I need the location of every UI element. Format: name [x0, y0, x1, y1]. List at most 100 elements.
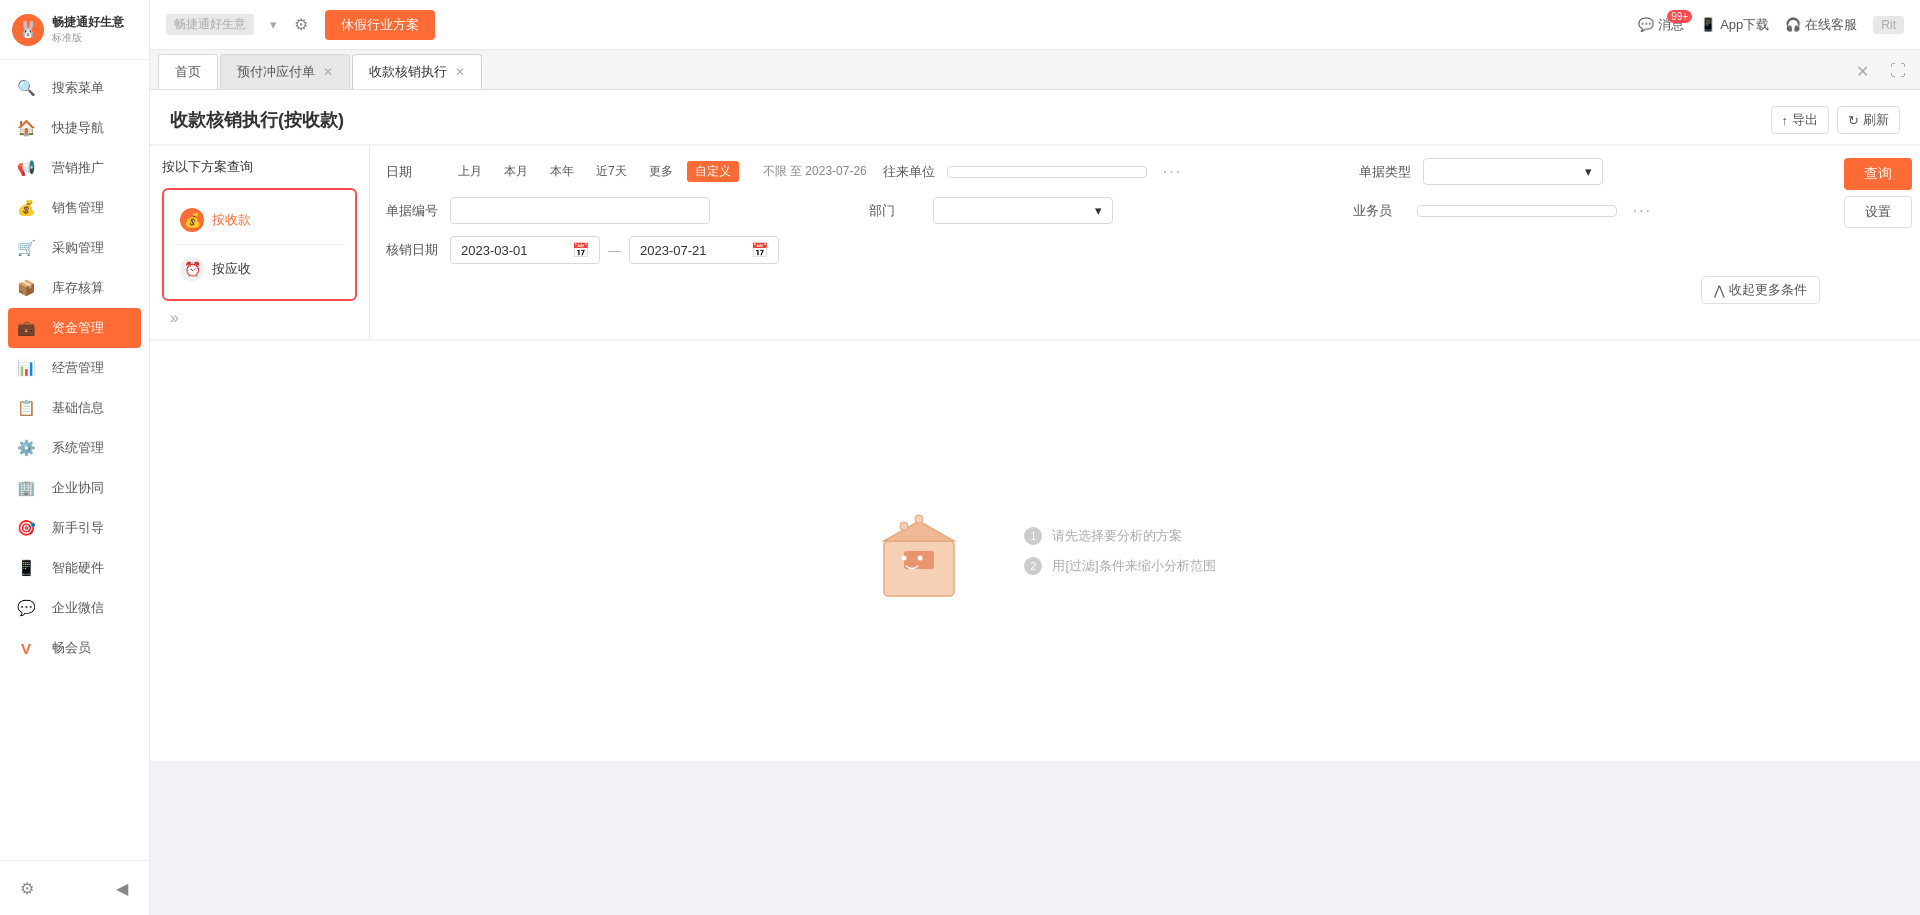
date-separator: —	[608, 243, 621, 258]
date-custom-badge[interactable]: 自定义	[687, 161, 739, 182]
sidebar-item-hardware[interactable]: 📱 智能硬件	[0, 548, 149, 588]
tab-window-expand[interactable]: ⛶	[1884, 57, 1912, 85]
sidebar-item-guide[interactable]: 🎯 新手引导	[0, 508, 149, 548]
refresh-button[interactable]: ↻ 刷新	[1837, 106, 1900, 134]
filter-options-box: 💰 按收款 ⏰ 按应收	[162, 188, 357, 301]
sidebar-settings-icon[interactable]: ⚙	[12, 873, 42, 903]
tab-home[interactable]: 首页	[158, 54, 218, 89]
partner-dots-btn[interactable]: ···	[1155, 163, 1190, 181]
doctype-select[interactable]: ▾	[1423, 158, 1603, 185]
query-button[interactable]: 查询	[1844, 158, 1912, 190]
sidebar-label-sales: 销售管理	[52, 199, 104, 217]
tip1-text: 请先选择要分析的方案	[1052, 527, 1182, 545]
svg-point-3	[902, 556, 907, 561]
sidebar-item-operation[interactable]: 📊 经营管理	[0, 348, 149, 388]
filter-receivable-icon: ⏰	[180, 257, 204, 281]
docno-input[interactable]	[450, 197, 710, 224]
topbar-service[interactable]: 🎧 在线客服	[1785, 16, 1857, 34]
sidebar-item-purchase[interactable]: 🛒 采购管理	[0, 228, 149, 268]
sidebar-collapse-icon[interactable]: ◀	[107, 873, 137, 903]
filter-option-by-receivable[interactable]: ⏰ 按应收	[174, 249, 345, 289]
sidebar-item-finance[interactable]: 💼 资金管理	[8, 308, 141, 348]
writeoff-date-range: 2023-03-01 📅 — 2023-07-21 📅	[450, 236, 779, 264]
service-icon: 🎧	[1785, 17, 1801, 32]
topbar-brand-text: 畅捷通好生意	[166, 14, 254, 35]
tab-advance-payment-close[interactable]: ✕	[323, 65, 333, 79]
operation-icon: 📊	[16, 358, 36, 378]
topbar-gear-icon[interactable]: ⚙	[285, 9, 317, 41]
app-icon: 📱	[1700, 17, 1716, 32]
enterprise-icon: 🏢	[16, 478, 36, 498]
date-btn-last-month[interactable]: 上月	[450, 160, 490, 183]
filter-right: 日期 上月 本月 本年 近7天 更多 自定义	[370, 146, 1920, 339]
setting-button[interactable]: 设置	[1844, 196, 1912, 228]
tab-advance-payment-label: 预付冲应付单	[237, 63, 315, 81]
empty-svg	[854, 486, 984, 616]
sidebar-item-member[interactable]: V 畅会员	[0, 628, 149, 668]
page-title: 收款核销执行(按收款)	[170, 108, 344, 132]
logo-icon: 🐰	[12, 14, 44, 46]
writeoff-start-input[interactable]: 2023-03-01 📅	[450, 236, 600, 264]
tab-window-close[interactable]: ✕	[1848, 57, 1876, 85]
filter-option-by-receipt[interactable]: 💰 按收款	[174, 200, 345, 240]
topbar-brand: 畅捷通好生意	[166, 14, 254, 35]
filter-receipt-label: 按收款	[212, 211, 251, 229]
filter-collapse-button[interactable]: »	[162, 309, 357, 327]
logo-sub: 标准版	[52, 31, 124, 45]
sidebar-item-marketing[interactable]: 📢 营销推广	[0, 148, 149, 188]
staff-label: 业务员	[1353, 202, 1409, 220]
filter-panel: 按以下方案查询 💰 按收款 ⏰ 按应收 »	[150, 146, 1920, 339]
filter-form-query: 日期 上月 本月 本年 近7天 更多 自定义	[370, 146, 1920, 328]
sidebar-label-enterprise: 企业协同	[52, 479, 104, 497]
filter-form: 日期 上月 本月 本年 近7天 更多 自定义	[370, 146, 1836, 328]
empty-state: 1 请先选择要分析的方案 2 用[过滤]条件来缩小分析范围	[150, 341, 1920, 761]
tab-receipt-writeoff-close[interactable]: ✕	[455, 65, 465, 79]
sidebar-label-wechat: 企业微信	[52, 599, 104, 617]
sidebar-item-sales[interactable]: 💰 销售管理	[0, 188, 149, 228]
sidebar-label-hardware: 智能硬件	[52, 559, 104, 577]
topbar-app-download[interactable]: 📱 App下载	[1700, 16, 1769, 34]
filter-receivable-label: 按应收	[212, 260, 251, 278]
tip2-text: 用[过滤]条件来缩小分析范围	[1052, 557, 1215, 575]
page-header: 收款核销执行(按收款) ↑ 导出 ↻ 刷新	[150, 90, 1920, 145]
sidebar-item-search-menu[interactable]: 🔍 搜索菜单	[0, 68, 149, 108]
message-badge: 99+	[1667, 10, 1692, 23]
filter-writeoff-date-field: 核销日期 2023-03-01 📅 — 2023-07-21	[386, 236, 1820, 264]
sidebar-item-enterprise[interactable]: 🏢 企业协同	[0, 468, 149, 508]
collapse-more-btn[interactable]: ⋀ 收起更多条件	[1701, 276, 1820, 304]
tab-advance-payment[interactable]: 预付冲应付单 ✕	[220, 54, 350, 89]
svg-point-4	[918, 556, 923, 561]
page-content: 收款核销执行(按收款) ↑ 导出 ↻ 刷新 按以下方案查询 💰	[150, 90, 1920, 915]
topbar-user[interactable]: Rit	[1873, 16, 1904, 34]
main-area: 畅捷通好生意 ▾ ⚙ 休假行业方案 💬 消息 99+ 📱 App下载 🎧 在线客…	[150, 0, 1920, 915]
partner-input[interactable]	[947, 166, 1147, 178]
query-actions: 查询 设置	[1836, 146, 1920, 328]
date-btn-this-month[interactable]: 本月	[496, 160, 536, 183]
sidebar-item-inventory[interactable]: 📦 库存核算	[0, 268, 149, 308]
staff-input[interactable]	[1417, 205, 1617, 217]
sidebar-item-quick-nav[interactable]: 🏠 快捷导航	[0, 108, 149, 148]
date-btn-7days[interactable]: 近7天	[588, 160, 635, 183]
date-btn-more[interactable]: 更多	[641, 160, 681, 183]
docno-label: 单据编号	[386, 202, 442, 220]
sidebar-item-basic-info[interactable]: 📋 基础信息	[0, 388, 149, 428]
dept-select[interactable]: ▾	[933, 197, 1113, 224]
date-no-limit: 不限 至 2023-07-26	[763, 163, 867, 180]
sidebar-label-inventory: 库存核算	[52, 279, 104, 297]
writeoff-end-input[interactable]: 2023-07-21 📅	[629, 236, 779, 264]
tab-receipt-writeoff[interactable]: 收款核销执行 ✕	[352, 54, 482, 89]
export-button[interactable]: ↑ 导出	[1771, 106, 1830, 134]
topbar-chevron-icon: ▾	[270, 17, 277, 32]
topbar-message[interactable]: 💬 消息 99+	[1638, 16, 1684, 34]
staff-dots-btn[interactable]: ···	[1625, 202, 1660, 220]
svg-point-6	[915, 515, 923, 523]
sidebar-label-search-menu: 搜索菜单	[52, 79, 104, 97]
sidebar-item-system[interactable]: ⚙️ 系统管理	[0, 428, 149, 468]
tabbar: 首页 预付冲应付单 ✕ 收款核销执行 ✕ ✕ ⛶	[150, 50, 1920, 90]
topbar-right: 💬 消息 99+ 📱 App下载 🎧 在线客服 Rit	[1638, 16, 1904, 34]
solution-button[interactable]: 休假行业方案	[325, 10, 435, 40]
sidebar-item-wechat[interactable]: 💬 企业微信	[0, 588, 149, 628]
search-menu-icon: 🔍	[16, 78, 36, 98]
date-btn-this-year[interactable]: 本年	[542, 160, 582, 183]
doctype-label: 单据类型	[1359, 163, 1415, 181]
